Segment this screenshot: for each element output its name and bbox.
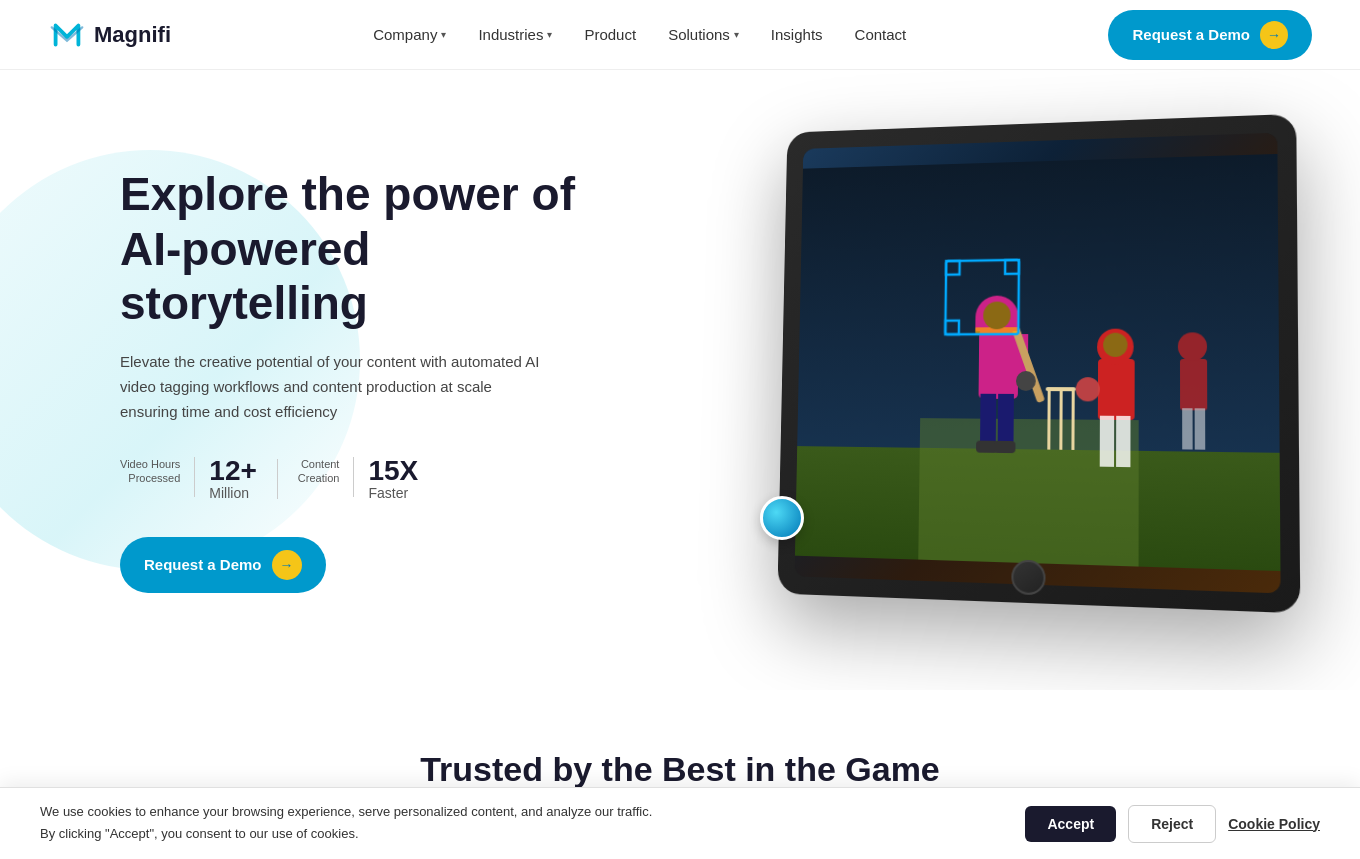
svg-rect-33	[1182, 408, 1193, 449]
stat-video-hours-label: Video HoursProcessed	[120, 457, 180, 486]
svg-point-24	[1076, 377, 1100, 401]
stat-divider-2	[277, 459, 278, 499]
chevron-down-icon: ▾	[734, 29, 739, 40]
svg-point-32	[1178, 332, 1207, 361]
cookie-reject-button[interactable]: Reject	[1128, 805, 1216, 843]
svg-rect-21	[1098, 359, 1135, 420]
stat-divider	[194, 457, 195, 497]
floating-indicator	[760, 496, 804, 540]
logo[interactable]: Magnifi	[48, 16, 171, 54]
nav-insights[interactable]: Insights	[771, 26, 823, 43]
chevron-down-icon: ▾	[547, 29, 552, 40]
tablet-home-button	[1011, 559, 1045, 595]
cricket-image	[795, 133, 1281, 594]
trusted-title: Trusted by the Best in the Game	[80, 750, 1280, 789]
nav-solutions[interactable]: Solutions ▾	[668, 26, 739, 43]
hero-title: Explore the power of AI-powered storytel…	[120, 167, 575, 330]
svg-rect-10	[980, 394, 996, 449]
svg-rect-34	[1195, 408, 1206, 449]
navbar: Magnifi Company ▾ Industries ▾ Product S…	[0, 0, 1360, 70]
hero-request-demo-button[interactable]: Request a Demo →	[120, 537, 326, 593]
hero-cta-arrow-icon: →	[272, 550, 302, 580]
hero-section: Explore the power of AI-powered storytel…	[0, 70, 1360, 690]
stat-speed-value: 15X	[368, 457, 418, 485]
cookie-banner: We use cookies to enhance your browsing …	[0, 787, 1360, 859]
svg-point-26	[1103, 333, 1127, 357]
stat-divider-3	[353, 457, 354, 497]
hero-content: Explore the power of AI-powered storytel…	[120, 167, 575, 592]
stat-content-label: ContentCreation	[298, 457, 340, 486]
cricket-scene-svg	[795, 133, 1281, 594]
cookie-text: We use cookies to enhance your browsing …	[40, 802, 652, 845]
nav-company[interactable]: Company ▾	[373, 26, 446, 43]
stat-content-creation: ContentCreation 15X Faster	[298, 457, 418, 501]
svg-rect-9	[979, 329, 1019, 399]
cookie-policy-button[interactable]: Cookie Policy	[1228, 816, 1320, 832]
nav-industries[interactable]: Industries ▾	[478, 26, 552, 43]
cookie-accept-button[interactable]: Accept	[1025, 806, 1116, 842]
svg-rect-6	[1059, 389, 1062, 450]
svg-rect-8	[1046, 387, 1076, 391]
svg-rect-11	[998, 394, 1014, 449]
logo-icon	[48, 16, 86, 54]
stat-video-hours-value: 12+	[209, 457, 257, 485]
svg-rect-23	[1116, 416, 1130, 467]
nav-request-demo-button[interactable]: Request a Demo →	[1108, 10, 1312, 60]
nav-links: Company ▾ Industries ▾ Product Solutions…	[373, 26, 906, 43]
chevron-down-icon: ▾	[441, 29, 446, 40]
stat-speed-unit: Faster	[368, 485, 418, 501]
nav-product[interactable]: Product	[584, 26, 636, 43]
tablet-screen	[795, 133, 1281, 594]
tablet-device	[777, 114, 1300, 614]
hero-stats: Video HoursProcessed 12+ Million Content…	[120, 457, 575, 501]
arrow-circle-icon: →	[1260, 21, 1288, 49]
svg-rect-7	[1071, 389, 1074, 450]
hero-subtitle: Elevate the creative potential of your c…	[120, 350, 540, 424]
hero-visual	[770, 120, 1360, 640]
cookie-buttons: Accept Reject Cookie Policy	[1025, 805, 1320, 843]
svg-point-20	[1016, 371, 1036, 391]
svg-rect-22	[1100, 416, 1114, 467]
logo-text: Magnifi	[94, 22, 171, 48]
svg-rect-13	[994, 441, 1016, 453]
svg-rect-31	[1180, 359, 1207, 410]
stat-video-hours-unit: Million	[209, 485, 257, 501]
svg-rect-5	[1047, 389, 1050, 450]
nav-contact[interactable]: Contact	[855, 26, 907, 43]
stat-video-hours: Video HoursProcessed 12+ Million	[120, 457, 257, 501]
